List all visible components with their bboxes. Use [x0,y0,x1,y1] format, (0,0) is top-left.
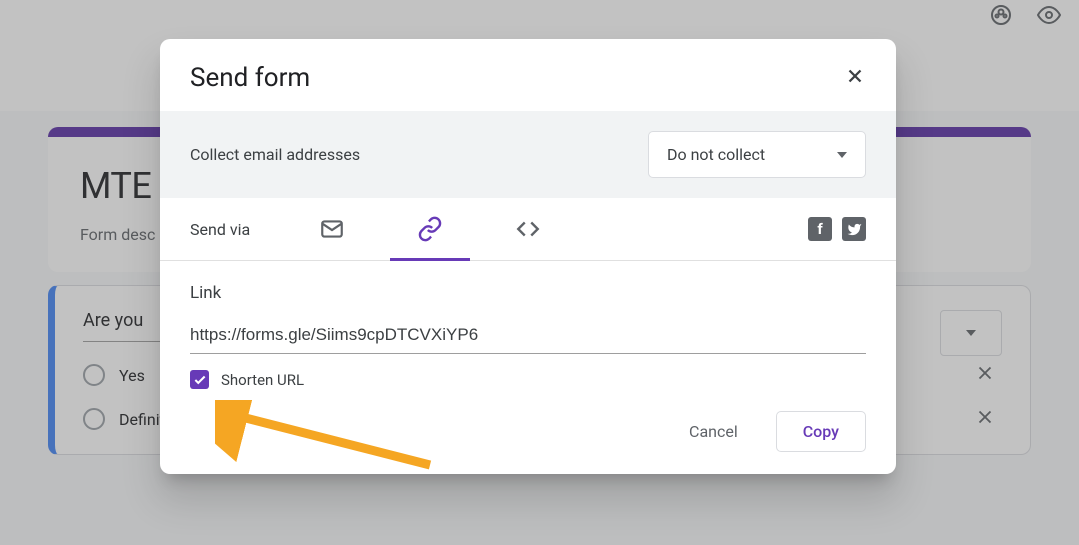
link-section-label: Link [190,283,866,303]
tab-email[interactable] [292,198,372,261]
modal-title: Send form [190,63,310,93]
send-via-label: Send via [190,220,250,239]
facebook-share-icon[interactable]: f [808,217,832,241]
collect-emails-select[interactable]: Do not collect [648,131,866,178]
tab-embed[interactable] [488,198,568,261]
tab-link[interactable] [390,198,470,261]
collect-emails-label: Collect email addresses [190,145,360,164]
send-form-modal: Send form Collect email addresses Do not… [160,39,896,474]
chevron-down-icon [837,152,847,158]
shorten-url-checkbox[interactable] [190,370,209,389]
close-button[interactable] [844,65,866,91]
twitter-share-icon[interactable] [842,217,866,241]
send-via-row: Send via f [160,198,896,261]
collect-emails-row: Collect email addresses Do not collect [160,111,896,198]
link-url-input[interactable] [190,325,866,354]
collect-emails-value: Do not collect [667,145,765,164]
cancel-button[interactable]: Cancel [669,411,758,452]
shorten-url-label: Shorten URL [221,371,304,389]
copy-button[interactable]: Copy [776,411,866,452]
